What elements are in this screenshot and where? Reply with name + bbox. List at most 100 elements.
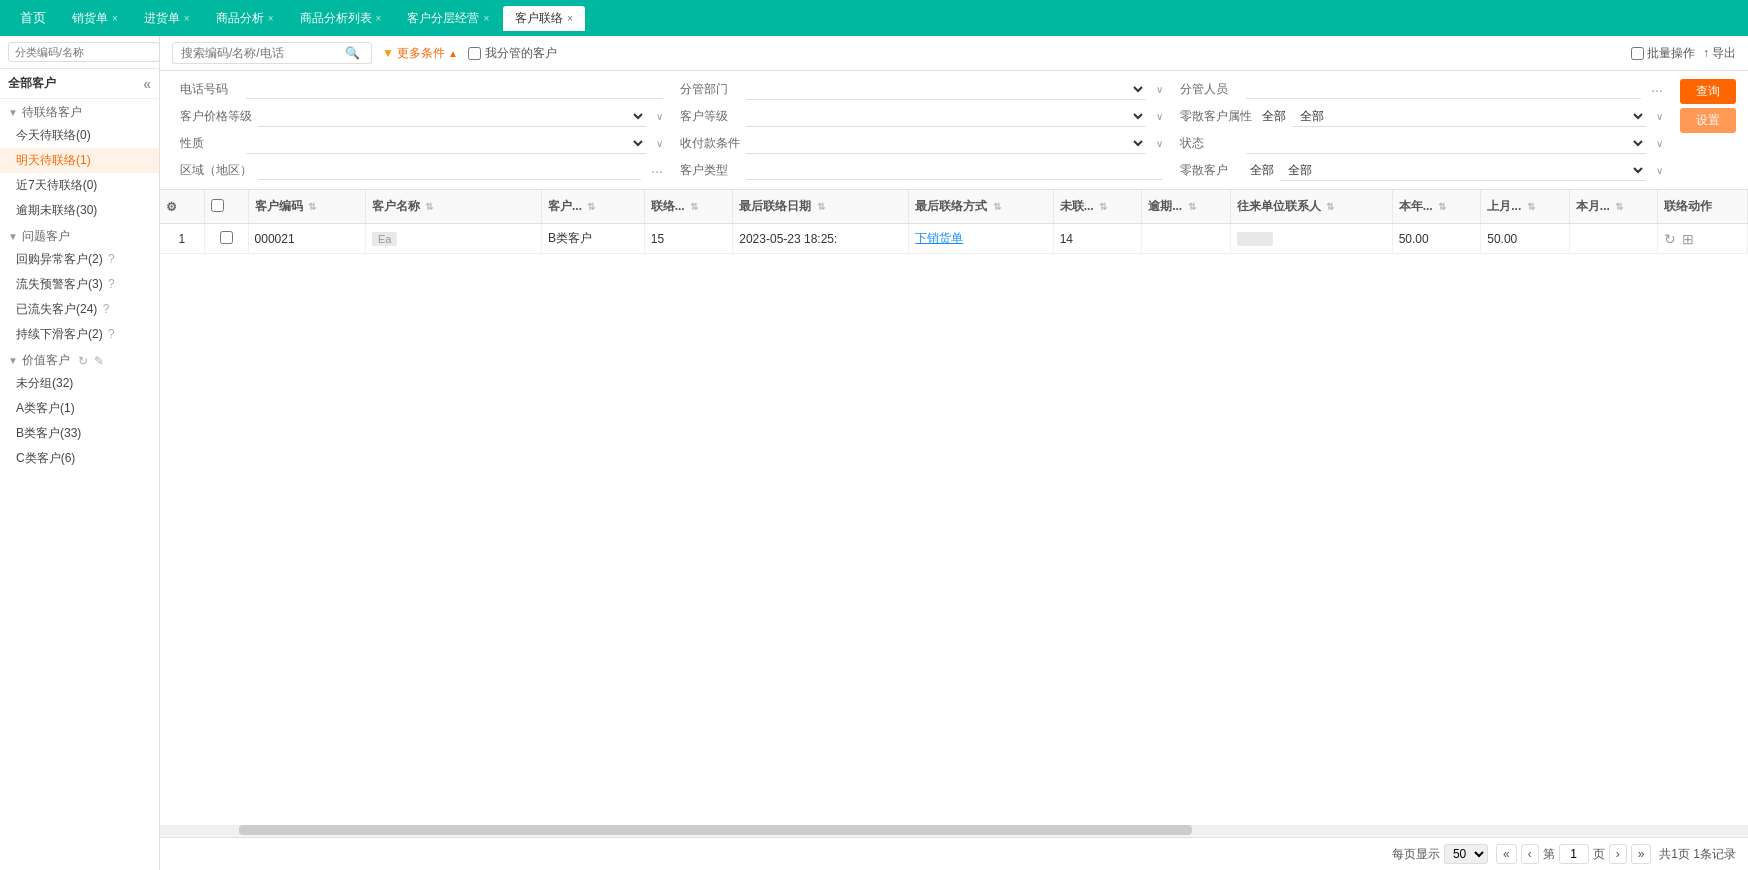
customer-level-select[interactable] [746, 106, 1146, 127]
first-page-btn[interactable]: « [1496, 844, 1517, 864]
sort-date-icon[interactable]: ⇅ [817, 201, 825, 212]
export-btn[interactable]: ↑ 导出 [1703, 45, 1736, 62]
sort-prev-icon[interactable]: ⇅ [1326, 201, 1334, 212]
row-type: B类客户 [542, 224, 645, 254]
row-uncontact: 14 [1053, 224, 1142, 254]
sidebar-item-abnormal-repurchase[interactable]: 回购异常客户(2) ? [0, 247, 159, 272]
sidebar-item-churn-warning[interactable]: 流失预警客户(3) ? [0, 272, 159, 297]
sidebar-item-7day-contact[interactable]: 近7天待联络(0) [0, 173, 159, 198]
dept-select[interactable] [746, 79, 1146, 100]
search-box[interactable]: 🔍 [172, 42, 372, 64]
col-header-last-way: 最后联络方式 ⇅ [909, 190, 1053, 224]
close-product-analysis-list-icon[interactable]: × [376, 13, 382, 24]
my-customers-check[interactable] [468, 47, 481, 60]
phone-input[interactable] [246, 80, 663, 99]
sidebar-item-tomorrow-contact[interactable]: 明天待联络(1) [0, 148, 159, 173]
sort-uncontact-icon[interactable]: ⇅ [1099, 201, 1107, 212]
sidebar-item-declining[interactable]: 持续下滑客户(2) ? [0, 322, 159, 347]
nav-customer-contact[interactable]: 客户联络 × [503, 6, 585, 31]
nav-purchase-order[interactable]: 进货单 × [132, 6, 202, 31]
manager-dots-icon[interactable]: ··· [1651, 82, 1663, 98]
table-footer: 每页显示 50 « ‹ 第 页 › » 共1页 1条记录 [160, 837, 1748, 870]
filter-right-area: 批量操作 ↑ 导出 [1631, 45, 1736, 62]
close-purchase-order-icon[interactable]: × [184, 13, 190, 24]
row-last-way[interactable]: 下销货单 [909, 224, 1053, 254]
sort-lastmonth-icon[interactable]: ⇅ [1527, 201, 1535, 212]
page-number-input[interactable] [1559, 844, 1589, 864]
refresh-icon[interactable]: ↻ [78, 354, 88, 368]
sidebar-all-customers[interactable]: 全部客户 « [0, 69, 159, 99]
sidebar-search-input[interactable] [8, 42, 160, 62]
nav-customer-layering[interactable]: 客户分层经营 × [395, 6, 501, 31]
my-customers-checkbox[interactable]: 我分管的客户 [468, 45, 557, 62]
sort-thisyear-icon[interactable]: ⇅ [1438, 201, 1446, 212]
last-page-btn[interactable]: » [1631, 844, 1652, 864]
filter-action-buttons: 查询 设置 [1672, 79, 1736, 181]
sort-way-icon[interactable]: ⇅ [993, 201, 1001, 212]
last-way-link[interactable]: 下销货单 [915, 231, 963, 245]
action-refresh-icon[interactable]: ↻ [1664, 231, 1676, 247]
nature-select[interactable] [246, 133, 646, 154]
retail-attr-select[interactable]: 全部 [1292, 106, 1646, 127]
edit-icon[interactable]: ✎ [94, 354, 104, 368]
nav-product-analysis[interactable]: 商品分析 × [204, 6, 286, 31]
batch-operation-btn[interactable]: 批量操作 [1631, 45, 1695, 62]
filter-nature: 性质 ∨ [172, 133, 672, 154]
sidebar-item-overdue-contact[interactable]: 逾期未联络(30) [0, 198, 159, 223]
sidebar-item-churned[interactable]: 已流失客户(24) ? [0, 297, 159, 322]
horizontal-scrollbar[interactable] [160, 825, 1748, 835]
filter-payment: 收付款条件 ∨ [672, 133, 1172, 154]
row-checkbox[interactable] [220, 231, 233, 244]
gear-icon[interactable]: ⚙ [166, 200, 177, 214]
manager-input[interactable] [1246, 80, 1641, 99]
sidebar-item-class-c[interactable]: C类客户(6) [0, 446, 159, 471]
close-customer-layering-icon[interactable]: × [483, 13, 489, 24]
sidebar-item-today-contact[interactable]: 今天待联络(0) [0, 123, 159, 148]
price-level-label: 客户价格等级 [180, 108, 252, 125]
retail-customer-select[interactable]: 全部 [1280, 160, 1646, 181]
row-check[interactable] [204, 224, 248, 254]
close-customer-contact-icon[interactable]: × [567, 13, 573, 24]
col-header-gear[interactable]: ⚙ [160, 190, 204, 224]
main-search-icon[interactable]: 🔍 [345, 46, 360, 60]
sort-name-icon[interactable]: ⇅ [425, 201, 433, 212]
close-sales-order-icon[interactable]: × [112, 13, 118, 24]
sort-code-icon[interactable]: ⇅ [308, 201, 316, 212]
page-size-select[interactable]: 50 [1444, 844, 1488, 864]
sort-thismonth-icon[interactable]: ⇅ [1615, 201, 1623, 212]
price-level-select[interactable] [258, 106, 646, 127]
data-table: ⚙ 客户编码 ⇅ 客户名称 ⇅ [160, 190, 1748, 254]
payment-arrow-icon: ∨ [1156, 138, 1163, 149]
region-input[interactable] [258, 161, 641, 180]
settings-button[interactable]: 设置 [1680, 108, 1736, 133]
col-header-check[interactable] [204, 190, 248, 224]
select-all-checkbox[interactable] [211, 199, 224, 212]
sidebar-item-class-b[interactable]: B类客户(33) [0, 421, 159, 446]
price-level-arrow-icon: ∨ [656, 111, 663, 122]
sort-overdue-icon[interactable]: ⇅ [1188, 201, 1196, 212]
payment-select[interactable] [746, 133, 1146, 154]
customer-type-input[interactable] [746, 161, 1163, 180]
region-dots-icon[interactable]: ··· [651, 163, 663, 179]
nav-sales-order[interactable]: 销货单 × [60, 6, 130, 31]
nav-home[interactable]: 首页 [8, 5, 58, 31]
nav-product-analysis-list[interactable]: 商品分析列表 × [288, 6, 394, 31]
sort-type-icon[interactable]: ⇅ [587, 201, 595, 212]
filter-phone: 电话号码 [172, 80, 672, 99]
sidebar-content: 全部客户 « ▼ 待联络客户 今天待联络(0) 明天待联络(1) 近7天待联络(… [0, 69, 159, 870]
sidebar-item-class-a[interactable]: A类客户(1) [0, 396, 159, 421]
prev-page-btn[interactable]: ‹ [1521, 844, 1539, 864]
action-grid-icon[interactable]: ⊞ [1682, 231, 1694, 247]
status-select[interactable] [1246, 133, 1646, 154]
close-product-analysis-icon[interactable]: × [268, 13, 274, 24]
col-header-last-date: 最后联络日期 ⇅ [733, 190, 909, 224]
group-pending-contact: ▼ 待联络客户 [0, 99, 159, 123]
query-button[interactable]: 查询 [1680, 79, 1736, 104]
sort-contacts-icon[interactable]: ⇅ [690, 201, 698, 212]
batch-check[interactable] [1631, 47, 1644, 60]
more-conditions-btn[interactable]: ▼ 更多条件 ▲ [382, 45, 458, 62]
row-contacts: 15 [644, 224, 733, 254]
sidebar-item-unclassified[interactable]: 未分组(32) [0, 371, 159, 396]
next-page-btn[interactable]: › [1609, 844, 1627, 864]
main-search-input[interactable] [181, 46, 341, 60]
